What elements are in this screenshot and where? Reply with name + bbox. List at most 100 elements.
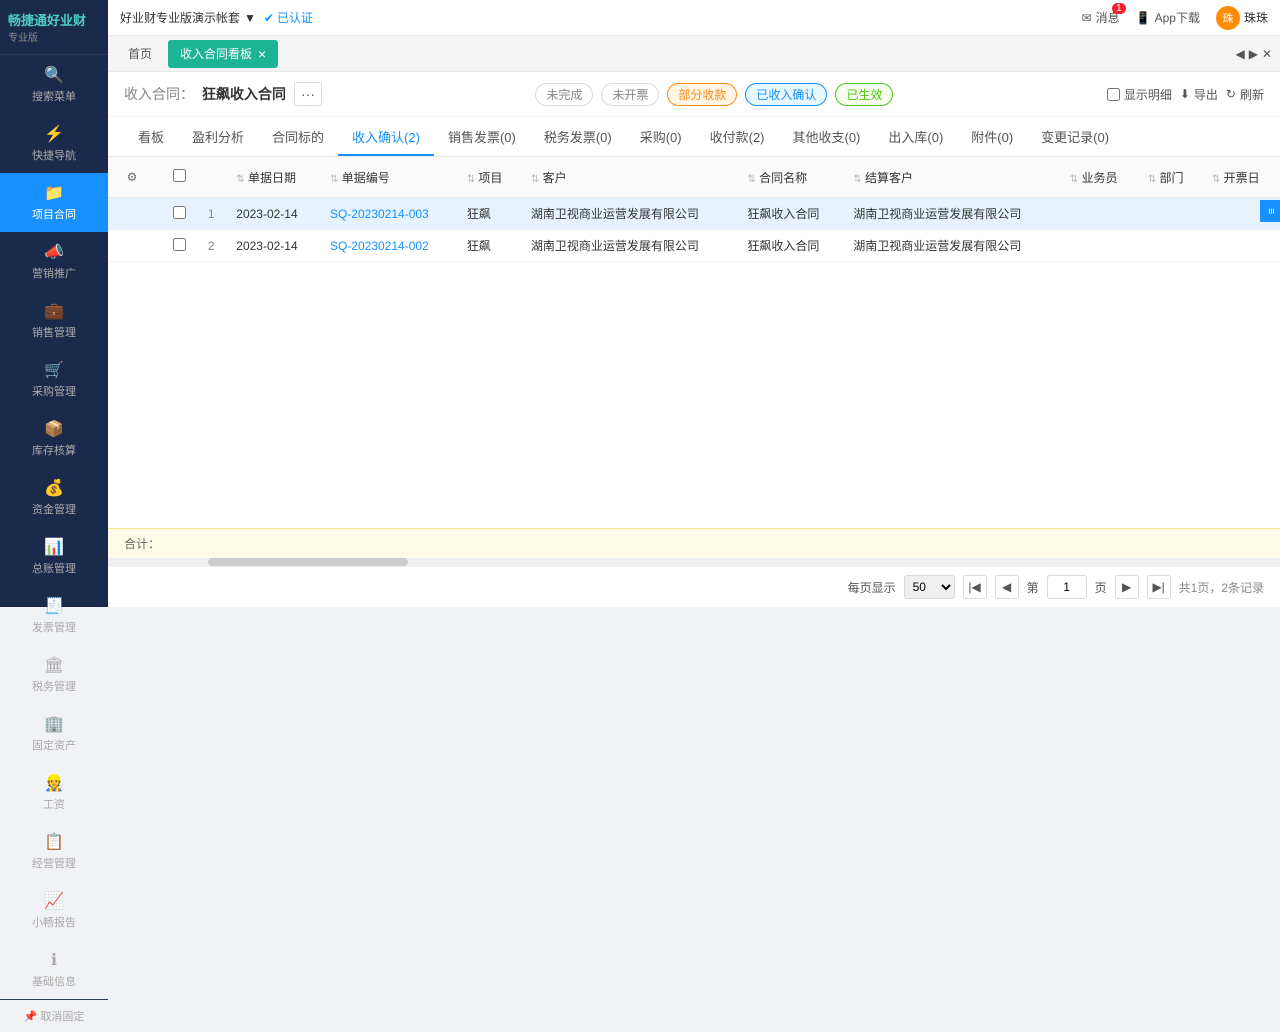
row-code-link-0[interactable]: SQ-20230214-003 [330, 207, 429, 221]
tab-profit[interactable]: 盈利分析 [178, 117, 258, 156]
export-tool[interactable]: ⬇ 导出 [1180, 86, 1218, 103]
certified-icon: ✔ [264, 11, 274, 25]
tab-close-icon[interactable]: × [258, 46, 266, 62]
per-page-select[interactable]: 20 50 100 [904, 575, 955, 599]
sidebar-item-2[interactable]: 📁项目合同 [0, 173, 108, 232]
tab-prev-icon[interactable]: ◀ [1235, 47, 1244, 61]
show-detail-checkbox[interactable] [1107, 88, 1120, 101]
page-input[interactable] [1047, 575, 1087, 599]
prev-page-btn[interactable]: ◀ [995, 575, 1019, 599]
status-confirmed[interactable]: 已收入确认 [745, 83, 827, 106]
sidebar-item-15[interactable]: ℹ基础信息 [0, 940, 108, 999]
sidebar-item-8[interactable]: 📊总账管理 [0, 527, 108, 586]
sidebar-item-1[interactable]: ⚡快捷导航 [0, 114, 108, 173]
code-sort-icon[interactable]: ⇅ [330, 174, 338, 185]
sidebar-item-4[interactable]: 💼销售管理 [0, 291, 108, 350]
staff-sort-icon[interactable]: ⇅ [1070, 174, 1078, 185]
sidebar-item-12[interactable]: 👷工资 [0, 763, 108, 822]
sidebar-item-5[interactable]: 🛒采购管理 [0, 350, 108, 409]
contract-sort-icon[interactable]: ⇅ [747, 174, 755, 185]
th-num [196, 157, 226, 198]
tab-other-income[interactable]: 其他收支(0) [779, 117, 875, 156]
sidebar-item-11[interactable]: 🏢固定资产 [0, 704, 108, 763]
certified-status: ✔ 已认证 [264, 9, 313, 26]
status-active[interactable]: 已生效 [835, 83, 893, 106]
tab-home[interactable]: 首页 [116, 40, 164, 68]
show-detail-tool[interactable]: 显示明细 [1107, 86, 1172, 103]
tab-tax-invoice[interactable]: 税务发票(0) [530, 117, 626, 156]
horizontal-scrollbar[interactable] [108, 558, 1280, 566]
status-partial[interactable]: 部分收款 [667, 83, 737, 106]
user-name: 珠珠 [1244, 9, 1268, 26]
select-all-checkbox[interactable] [173, 169, 186, 182]
sidebar-icon-1: ⚡ [44, 124, 64, 144]
company-name: 好业财专业版演示帐套 [120, 9, 240, 26]
tab-contract-subject[interactable]: 合同标的 [258, 117, 338, 156]
th-staff: ⇅ 业务员 [1060, 157, 1138, 198]
tab-attachment[interactable]: 附件(0) [957, 117, 1027, 156]
th-project-label: 项目 [478, 171, 502, 185]
refresh-label: 刷新 [1240, 86, 1264, 103]
status-incomplete[interactable]: 未完成 [535, 83, 593, 106]
tab-payment[interactable]: 收付款(2) [696, 117, 779, 156]
sidebar-label-11: 固定资产 [32, 737, 76, 753]
status-no-invoice[interactable]: 未开票 [601, 83, 659, 106]
settings-icon[interactable]: ⚙ [118, 165, 146, 189]
row-checkbox-1[interactable] [163, 230, 196, 262]
th-date-label: 单据日期 [248, 171, 296, 185]
tab-income-confirm[interactable]: 收入确认(2) [338, 117, 434, 156]
tab-home-label: 首页 [128, 45, 152, 62]
app-download-action[interactable]: 📱 App下载 [1136, 9, 1200, 26]
company-selector[interactable]: 好业财专业版演示帐套 ▼ [120, 9, 256, 26]
user-menu[interactable]: 珠 珠珠 [1216, 6, 1268, 30]
settle-sort-icon[interactable]: ⇅ [853, 174, 861, 185]
sidebar-icon-15: ℹ [51, 950, 57, 970]
table-row[interactable]: 2 2023-02-14 SQ-20230214-002 狂飙 湖南卫视商业运营… [108, 230, 1280, 262]
customer-sort-icon[interactable]: ⇅ [531, 174, 539, 185]
sidebar-item-9[interactable]: 🧾发票管理 [0, 586, 108, 645]
row-checkbox-0[interactable] [163, 198, 196, 230]
tab-close-all-icon[interactable]: ✕ [1262, 47, 1272, 61]
sidebar-icon-13: 📋 [44, 832, 64, 852]
tab-contract-board[interactable]: 收入合同看板 × [168, 40, 278, 68]
refresh-tool[interactable]: ↻ 刷新 [1226, 86, 1264, 103]
tab-sales-invoice[interactable]: 销售发票(0) [434, 117, 530, 156]
next-page-btn[interactable]: ▶ [1115, 575, 1139, 599]
sidebar-item-13[interactable]: 📋经营管理 [0, 822, 108, 881]
sidebar-item-7[interactable]: 💰资金管理 [0, 468, 108, 527]
sidebar-item-10[interactable]: 🏛税务管理 [0, 645, 108, 704]
tab-next-icon[interactable]: ▶ [1249, 47, 1258, 61]
sidebar-bottom-pin[interactable]: 📌 取消固定 [0, 999, 108, 1032]
row-customer-1: 湖南卫视商业运营发展有限公司 [521, 230, 737, 262]
first-page-btn[interactable]: |◀ [963, 575, 987, 599]
refresh-icon: ↻ [1226, 87, 1236, 101]
sidebar-label-0: 搜索菜单 [32, 88, 76, 104]
tab-change-log[interactable]: 变更记录(0) [1027, 117, 1123, 156]
logo-sub: 专业版 [8, 29, 100, 44]
sidebar-label-10: 税务管理 [32, 678, 76, 694]
tab-warehouse[interactable]: 出入库(0) [874, 117, 957, 156]
row-code-link-1[interactable]: SQ-20230214-002 [330, 239, 429, 253]
open-date-sort-icon[interactable]: ⇅ [1212, 174, 1220, 185]
sidebar-item-3[interactable]: 📣营销推广 [0, 232, 108, 291]
message-action[interactable]: ✉ 1 消息 [1082, 9, 1120, 26]
tab-purchase[interactable]: 采购(0) [626, 117, 696, 156]
last-page-btn[interactable]: ▶| [1147, 575, 1171, 599]
row-code-1[interactable]: SQ-20230214-002 [320, 230, 457, 262]
dept-sort-icon[interactable]: ⇅ [1148, 174, 1156, 185]
float-action-btn[interactable]: ≡ [1260, 200, 1280, 222]
row-check-1[interactable] [173, 238, 186, 251]
row-code-0[interactable]: SQ-20230214-003 [320, 198, 457, 230]
project-sort-icon[interactable]: ⇅ [467, 174, 475, 185]
row-dept-1 [1138, 230, 1202, 262]
sidebar-item-0[interactable]: 🔍搜索菜单 [0, 55, 108, 114]
table-row[interactable]: 1 2023-02-14 SQ-20230214-003 狂飙 湖南卫视商业运营… [108, 198, 1280, 230]
tab-kanban[interactable]: 看板 [124, 117, 178, 156]
pagination: 每页显示 20 50 100 |◀ ◀ 第 页 ▶ ▶| 共1页，2条记录 [108, 566, 1280, 607]
row-check-0[interactable] [173, 206, 186, 219]
more-button[interactable]: ··· [294, 82, 322, 106]
sidebar-item-6[interactable]: 📦库存核算 [0, 409, 108, 468]
scrollbar-thumb[interactable] [208, 558, 408, 566]
sidebar-item-14[interactable]: 📈小畅报告 [0, 881, 108, 940]
date-sort-icon[interactable]: ⇅ [236, 174, 244, 185]
